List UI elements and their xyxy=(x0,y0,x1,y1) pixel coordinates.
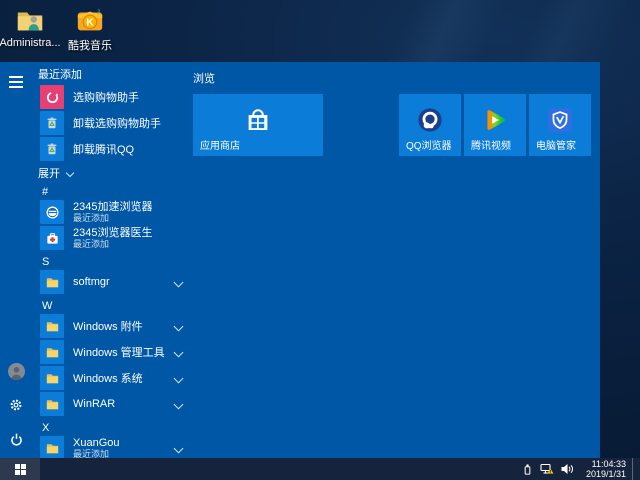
medkit-icon xyxy=(40,226,64,250)
folder-icon xyxy=(40,436,64,458)
chevron-down-icon[interactable] xyxy=(174,373,184,383)
app-item-windows-accessories[interactable]: Windows 附件 xyxy=(36,313,194,339)
tile-label: QQ浏览器 xyxy=(406,137,452,152)
tile-group-label[interactable]: 浏览 xyxy=(193,70,215,86)
app-item-label: Windows 系统 xyxy=(73,370,143,386)
start-button[interactable] xyxy=(0,458,40,480)
system-tray: 11:04:33 2019/1/31 xyxy=(520,458,640,480)
app-item-2345-browser-doctor[interactable]: 2345浏览器医生 最近添加 xyxy=(36,225,194,251)
kuwo-music-icon: K ♪ xyxy=(74,4,106,36)
app-list: 最近添加 选购购物助手 xyxy=(36,66,194,458)
chevron-down-icon[interactable] xyxy=(174,347,184,357)
user-folder-icon xyxy=(14,4,46,36)
folder-icon xyxy=(40,340,64,364)
desktop-icon-kuwo-music[interactable]: K ♪ 酷我音乐 xyxy=(64,4,116,53)
chevron-down-icon[interactable] xyxy=(174,277,184,287)
svg-text:♪: ♪ xyxy=(97,5,101,15)
user-avatar[interactable] xyxy=(7,362,25,380)
app-item-label: 卸载选购购物助手 xyxy=(73,115,161,131)
show-desktop-button[interactable] xyxy=(632,458,637,480)
app-item-subtitle: 最近添加 xyxy=(73,449,119,458)
app-item-windows-system[interactable]: Windows 系统 xyxy=(36,365,194,391)
app-item-label: 选购购物助手 xyxy=(73,89,139,105)
expand-label: 展开 xyxy=(38,165,60,181)
tile-label: 腾讯视频 xyxy=(471,137,511,152)
settings-gear-icon[interactable] xyxy=(7,396,25,414)
app-item-meta: 2345浏览器医生 最近添加 xyxy=(73,227,152,249)
app-item-softmgr[interactable]: softmgr xyxy=(36,269,194,295)
app-item-2345-speed-browser[interactable]: 2345加速浏览器 最近添加 xyxy=(36,199,194,225)
app-item-label: 卸载腾讯QQ xyxy=(73,141,134,157)
app-item-shopping-assistant[interactable]: 选购购物助手 xyxy=(36,84,194,110)
desktop-icon-administrator[interactable]: Administra... xyxy=(4,4,56,53)
desktop: Administra... K ♪ 酷我音乐 xyxy=(0,0,640,480)
app-item-xuangou[interactable]: XuanGou 最近添加 xyxy=(36,435,194,458)
power-icon[interactable] xyxy=(7,430,25,448)
taskbar: 11:04:33 2019/1/31 xyxy=(0,458,640,480)
app-item-winrar[interactable]: WinRAR xyxy=(36,391,194,417)
shopping-assistant-icon xyxy=(40,85,64,109)
desktop-icon-area: Administra... K ♪ 酷我音乐 xyxy=(4,4,116,53)
folder-icon xyxy=(40,392,64,416)
app-item-label: softmgr xyxy=(73,276,110,288)
section-letter-x[interactable]: X xyxy=(36,421,194,435)
desktop-icon-label: Administra... xyxy=(0,37,61,49)
usb-device-icon[interactable] xyxy=(520,462,534,476)
clock-time: 11:04:33 xyxy=(580,459,626,469)
tile-label: 电脑管家 xyxy=(536,137,576,152)
section-letter-s[interactable]: S xyxy=(36,255,194,269)
svg-text:K: K xyxy=(86,18,94,29)
taskbar-clock[interactable]: 11:04:33 2019/1/31 xyxy=(580,459,626,479)
windows-logo-icon xyxy=(15,464,26,475)
app-item-meta: 2345加速浏览器 最近添加 xyxy=(73,201,152,223)
app-item-label: 2345浏览器医生 xyxy=(73,227,152,239)
app-item-label: XuanGou xyxy=(73,437,119,449)
app-item-windows-admin-tools[interactable]: Windows 管理工具 xyxy=(36,339,194,365)
rail-bottom xyxy=(7,362,25,448)
chevron-down-icon[interactable] xyxy=(174,443,184,453)
app-item-subtitle: 最近添加 xyxy=(73,213,152,223)
app-item-label: WinRAR xyxy=(73,398,115,410)
section-letter-w[interactable]: W xyxy=(36,299,194,313)
chevron-down-icon[interactable] xyxy=(174,321,184,331)
app-item-meta: XuanGou 最近添加 xyxy=(73,437,119,458)
tile-pc-manager[interactable]: 电脑管家 xyxy=(529,94,591,156)
folder-icon xyxy=(40,314,64,338)
chevron-down-icon xyxy=(66,169,74,177)
2345-browser-icon xyxy=(40,200,64,224)
app-item-subtitle: 最近添加 xyxy=(73,239,152,249)
section-letter-hash[interactable]: # xyxy=(36,185,194,199)
app-item-uninstall-tencent-qq[interactable]: 卸载腾讯QQ xyxy=(36,136,194,162)
folder-icon xyxy=(40,270,64,294)
tile-label: 应用商店 xyxy=(200,137,240,152)
uninstall-trash-icon xyxy=(40,111,64,135)
tile-tencent-video[interactable]: 腾讯视频 xyxy=(464,94,526,156)
app-item-label: Windows 附件 xyxy=(73,318,143,334)
tile-qq-browser[interactable]: QQ浏览器 xyxy=(399,94,461,156)
app-item-uninstall-shopping-assistant[interactable]: 卸载选购购物助手 xyxy=(36,110,194,136)
uninstall-trash-icon xyxy=(40,137,64,161)
start-menu-rail xyxy=(0,62,32,458)
network-warning-icon[interactable] xyxy=(540,462,554,476)
app-item-label: Windows 管理工具 xyxy=(73,344,165,360)
clock-date: 2019/1/31 xyxy=(580,469,626,479)
start-menu: 最近添加 选购购物助手 xyxy=(0,62,600,458)
hamburger-menu-icon[interactable] xyxy=(9,76,23,88)
tile-app-store[interactable]: 应用商店 xyxy=(193,94,323,156)
app-item-label: 2345加速浏览器 xyxy=(73,201,152,213)
expand-button[interactable]: 展开 xyxy=(38,165,194,181)
folder-icon xyxy=(40,366,64,390)
volume-icon[interactable] xyxy=(560,462,574,476)
recent-header: 最近添加 xyxy=(38,68,194,82)
desktop-icon-label: 酷我音乐 xyxy=(68,37,112,53)
chevron-down-icon[interactable] xyxy=(174,399,184,409)
